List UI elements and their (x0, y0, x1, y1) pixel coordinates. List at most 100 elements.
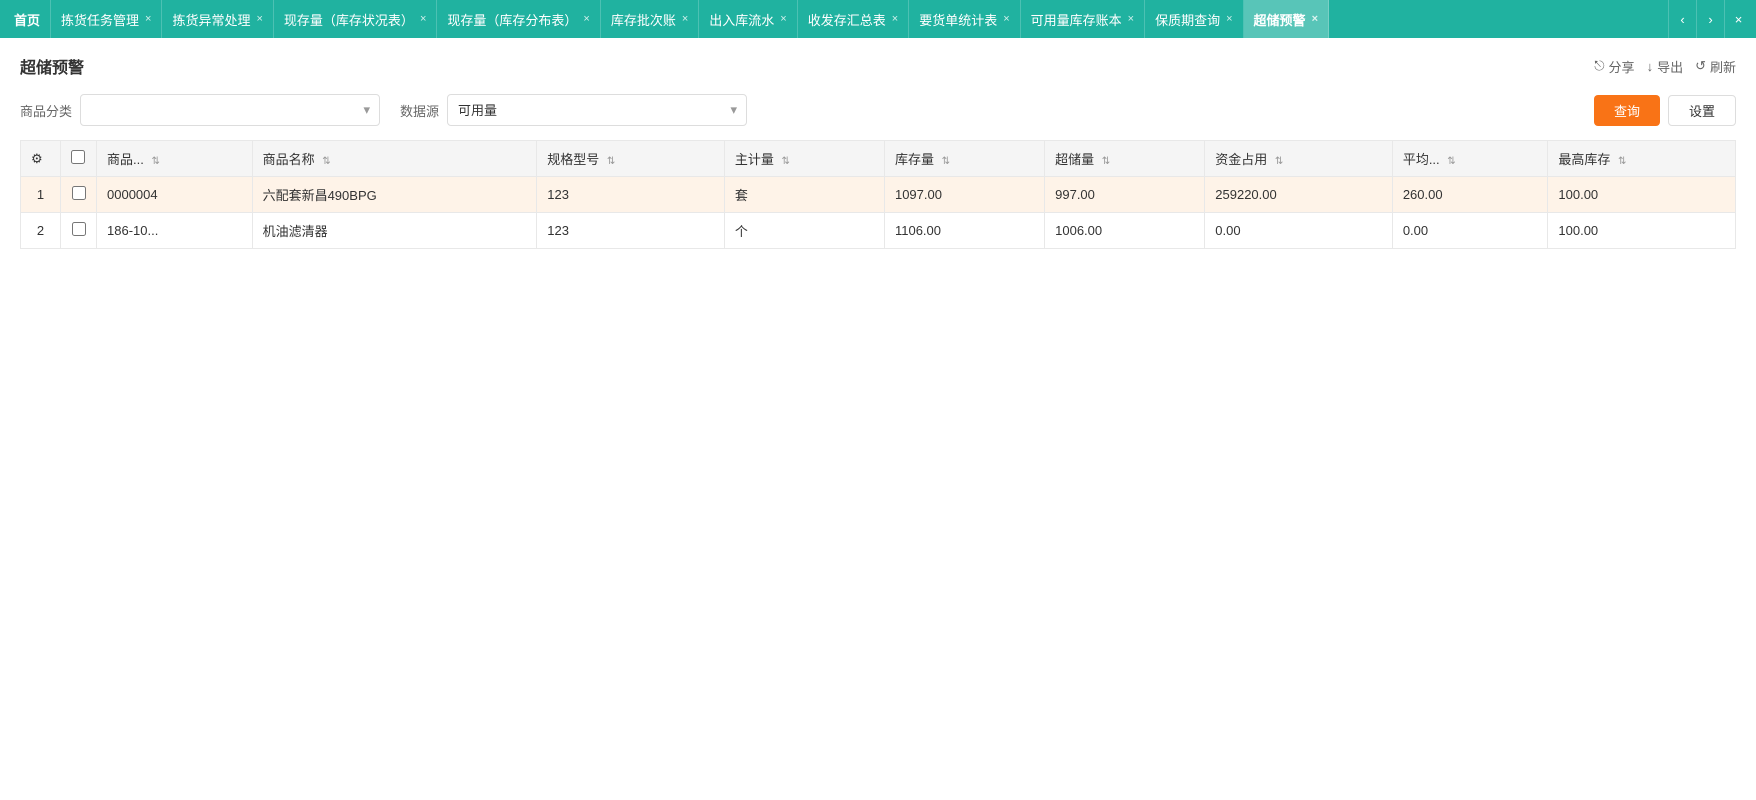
nav-tab-close-5[interactable]: × (682, 13, 688, 25)
nav-tab-close-1[interactable]: × (145, 13, 151, 25)
nav-tab-label-8: 要货单统计表 (919, 10, 997, 29)
th-product-code: 商品... ⇅ (97, 141, 253, 177)
sort-icon-unit[interactable]: ⇅ (781, 156, 789, 167)
settings-button[interactable]: 设置 (1668, 95, 1736, 126)
refresh-button[interactable]: ↺ 刷新 (1695, 57, 1736, 76)
page-header: 超储预警 ⎋ 分享 ↓ 导出 ↺ 刷新 (20, 54, 1736, 78)
sort-icon-avg[interactable]: ⇅ (1447, 156, 1455, 167)
nav-more-arrow[interactable]: × (1724, 0, 1752, 38)
row-max-stock-0: 100.00 (1548, 177, 1736, 213)
page-title: 超储预警 (20, 54, 84, 78)
nav-tab-label-7: 收发存汇总表 (808, 10, 886, 29)
nav-tab-close-10[interactable]: × (1226, 13, 1232, 25)
header-actions: ⎋ 分享 ↓ 导出 ↺ 刷新 (1594, 57, 1736, 76)
th-capital-label: 资金占用 (1215, 152, 1267, 167)
export-icon: ↓ (1647, 59, 1654, 74)
row-checkbox-0[interactable] (72, 186, 86, 200)
th-avg-label: 平均... (1403, 152, 1440, 167)
table-header-row: ⚙ 商品... ⇅ 商品名称 ⇅ 规格型号 ⇅ 主计量 (21, 141, 1736, 177)
nav-prev-arrow[interactable]: ‹ (1668, 0, 1696, 38)
nav-tab-4[interactable]: 现存量（库存分布表） × (437, 0, 600, 38)
th-spec-label: 规格型号 (547, 152, 599, 167)
nav-tab-6[interactable]: 出入库流水 × (699, 0, 797, 38)
row-avg-0: 260.00 (1392, 177, 1548, 213)
th-over-stock-label: 超储量 (1055, 152, 1094, 167)
table-row: 2 186-10... 机油滤清器 123 个 1106.00 1006.00 … (21, 213, 1736, 249)
nav-tab-close-4[interactable]: × (583, 13, 589, 25)
nav-tab-9[interactable]: 可用量库存账本 × (1021, 0, 1145, 38)
row-product-code-1: 186-10... (97, 213, 253, 249)
nav-tab-close-3[interactable]: × (420, 13, 426, 25)
nav-tab-1[interactable]: 拣货任务管理 × (51, 0, 162, 38)
row-stock-0: 1097.00 (884, 177, 1044, 213)
th-product-name-label: 商品名称 (263, 152, 315, 167)
row-avg-1: 0.00 (1392, 213, 1548, 249)
export-label: 导出 (1657, 57, 1683, 76)
table-header: ⚙ 商品... ⇅ 商品名称 ⇅ 规格型号 ⇅ 主计量 (21, 141, 1736, 177)
nav-tab-7[interactable]: 收发存汇总表 × (798, 0, 909, 38)
nav-tab-10[interactable]: 保质期查询 × (1145, 0, 1243, 38)
nav-tab-8[interactable]: 要货单统计表 × (909, 0, 1020, 38)
sort-icon-product-code[interactable]: ⇅ (151, 156, 159, 167)
nav-tab-label-5: 库存批次账 (611, 10, 676, 29)
nav-tab-label-6: 出入库流水 (709, 10, 774, 29)
th-unit-label: 主计量 (735, 152, 774, 167)
sort-icon-stock[interactable]: ⇅ (942, 156, 950, 167)
th-settings: ⚙ (21, 141, 61, 177)
nav-tab-label-10: 保质期查询 (1155, 10, 1220, 29)
th-max-stock: 最高库存 ⇅ (1548, 141, 1736, 177)
share-label: 分享 (1609, 57, 1635, 76)
nav-tab-close-2[interactable]: × (256, 13, 262, 25)
nav-tab-2[interactable]: 拣货异常处理 × (162, 0, 273, 38)
nav-tab-label-1: 拣货任务管理 (61, 10, 139, 29)
nav-tab-label-11: 超储预警 (1254, 10, 1306, 29)
nav-tab-label-4: 现存量（库存分布表） (447, 10, 577, 29)
top-nav: 首页 拣货任务管理 × 拣货异常处理 × 现存量（库存状况表） × 现存量（库存… (0, 0, 1756, 38)
query-button[interactable]: 查询 (1594, 95, 1660, 126)
row-checkbox-1[interactable] (72, 222, 86, 236)
nav-next-arrow[interactable]: › (1696, 0, 1724, 38)
row-num-0: 1 (21, 177, 61, 213)
datasource-select-wrapper: 可用量 (447, 94, 747, 126)
th-stock: 库存量 ⇅ (884, 141, 1044, 177)
row-check-1 (61, 213, 97, 249)
category-select[interactable] (80, 94, 380, 126)
nav-tab-close-9[interactable]: × (1128, 13, 1134, 25)
datasource-select[interactable]: 可用量 (447, 94, 747, 126)
nav-tab-close-11[interactable]: × (1312, 13, 1318, 25)
filter-actions: 查询 设置 (1594, 95, 1736, 126)
share-icon: ⎋ (1594, 58, 1604, 74)
share-button[interactable]: ⎋ 分享 (1594, 57, 1634, 76)
th-product-name: 商品名称 ⇅ (252, 141, 537, 177)
nav-tab-close-8[interactable]: × (1003, 13, 1009, 25)
nav-tab-3[interactable]: 现存量（库存状况表） × (274, 0, 437, 38)
sort-icon-spec[interactable]: ⇅ (607, 156, 615, 167)
row-check-0 (61, 177, 97, 213)
nav-tab-close-6[interactable]: × (780, 13, 786, 25)
select-all-checkbox[interactable] (71, 150, 85, 164)
sort-icon-product-name[interactable]: ⇅ (322, 156, 330, 167)
row-capital-0: 259220.00 (1205, 177, 1393, 213)
nav-tab-close-7[interactable]: × (892, 13, 898, 25)
page-content: 超储预警 ⎋ 分享 ↓ 导出 ↺ 刷新 商品分类 (0, 38, 1756, 800)
nav-tab-home[interactable]: 首页 (4, 0, 51, 38)
table-body: 1 0000004 六配套新昌490BPG 123 套 1097.00 997.… (21, 177, 1736, 249)
export-button[interactable]: ↓ 导出 (1647, 57, 1684, 76)
th-max-stock-label: 最高库存 (1558, 152, 1610, 167)
th-product-code-label: 商品... (107, 152, 144, 167)
filter-datasource: 数据源 可用量 (400, 94, 747, 126)
th-spec: 规格型号 ⇅ (537, 141, 725, 177)
sort-icon-capital[interactable]: ⇅ (1275, 156, 1283, 167)
nav-tab-label-9: 可用量库存账本 (1031, 10, 1122, 29)
sort-icon-over-stock[interactable]: ⇅ (1102, 156, 1110, 167)
filter-row: 商品分类 数据源 可用量 查询 设置 (20, 94, 1736, 126)
row-product-name-0: 六配套新昌490BPG (252, 177, 537, 213)
refresh-label: 刷新 (1710, 57, 1736, 76)
settings-gear-icon[interactable]: ⚙ (31, 151, 47, 167)
sort-icon-max-stock[interactable]: ⇅ (1618, 156, 1626, 167)
refresh-icon: ↺ (1695, 58, 1706, 74)
nav-tab-5[interactable]: 库存批次账 × (601, 0, 699, 38)
filter-category: 商品分类 (20, 94, 380, 126)
nav-tab-11[interactable]: 超储预警 × (1244, 0, 1329, 38)
datasource-label: 数据源 (400, 101, 439, 120)
